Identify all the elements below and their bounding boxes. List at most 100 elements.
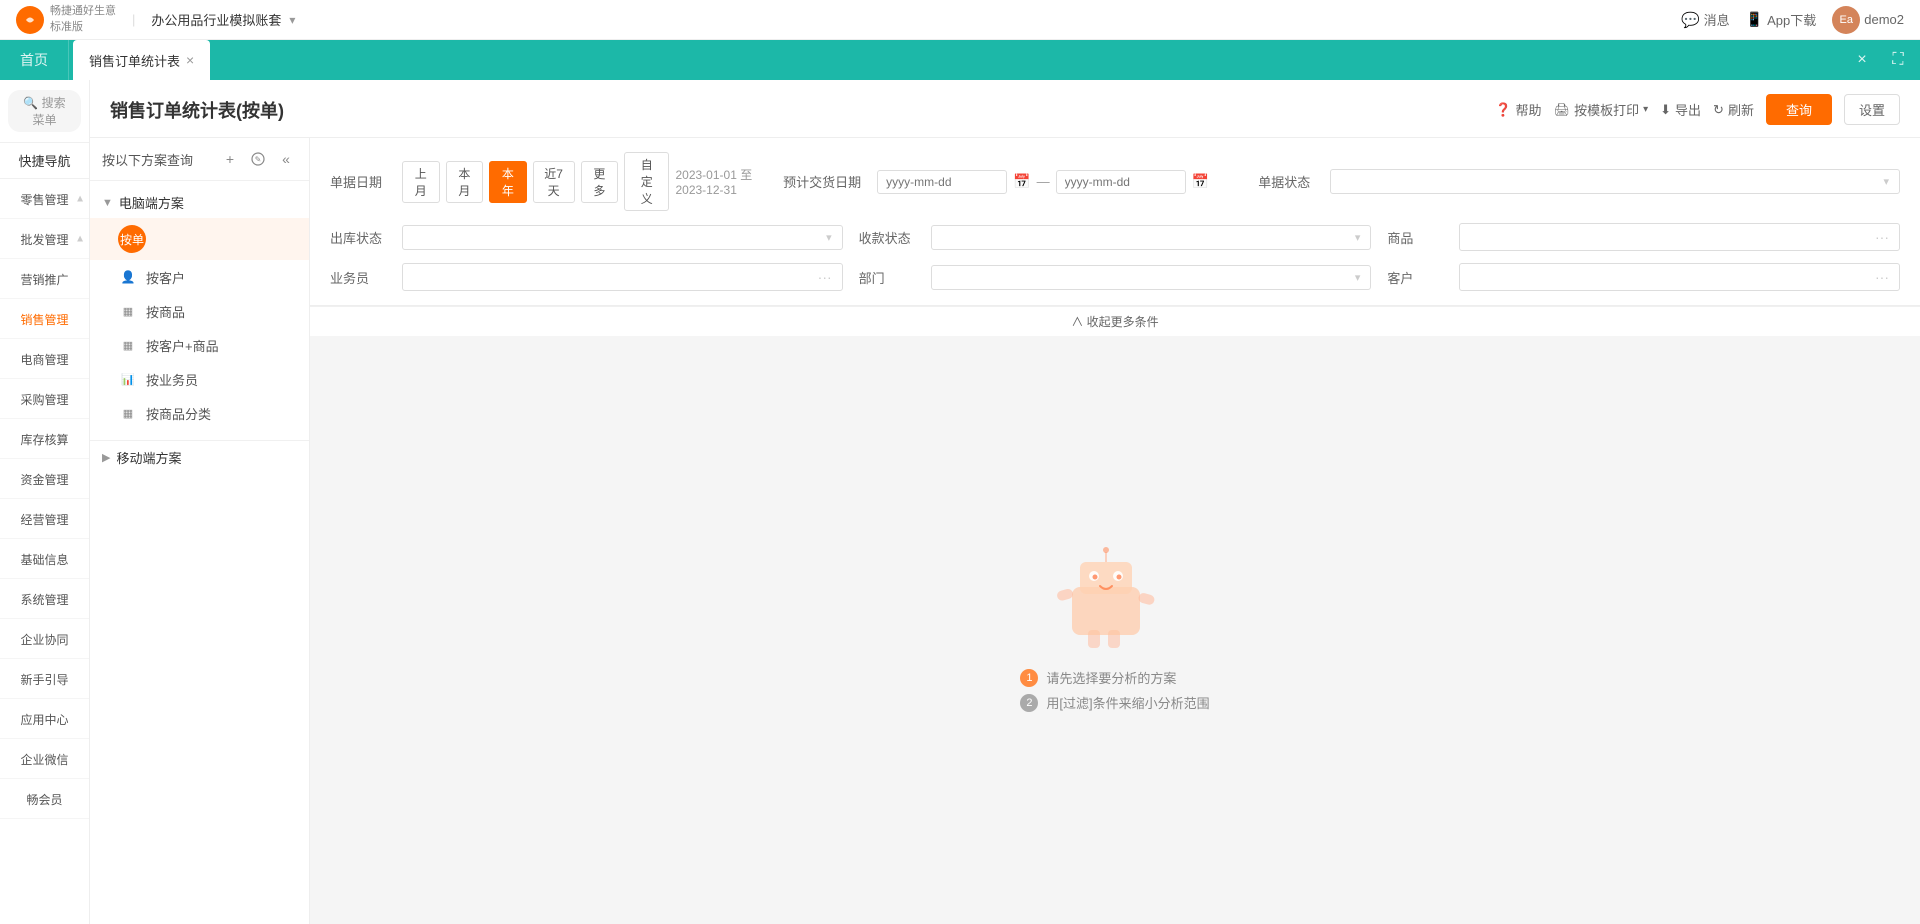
user-area[interactable]: Ea demo2: [1832, 6, 1904, 34]
main-layout: 🔍 搜索菜单 快捷导航 零售管理 ▲ 批发管理 ▲ 营销推广 销售管理 电商管理…: [0, 80, 1920, 924]
scheme-item-by-customer-icon: 👤: [118, 267, 138, 287]
edit-scheme-btn[interactable]: ✎: [247, 148, 269, 170]
salesman-select[interactable]: ···: [402, 263, 843, 291]
refresh-btn[interactable]: ↻ 刷新: [1713, 100, 1754, 119]
scheme-item-by-customer-label: 按客户: [146, 268, 185, 287]
sidebar-item-newuser[interactable]: 新手引导: [0, 659, 89, 699]
salesman-more-icon[interactable]: ···: [818, 269, 832, 285]
tab-home[interactable]: 首页: [0, 40, 69, 80]
tab-active[interactable]: 销售订单统计表 ×: [73, 40, 210, 80]
sidebar-quick-nav[interactable]: 快捷导航: [0, 143, 89, 179]
goods-select[interactable]: ···: [1459, 223, 1900, 251]
sidebar-item-ecommerce-label: 电商管理: [4, 351, 85, 368]
scheme-item-by-goods-icon: ▦: [118, 301, 138, 321]
sidebar-item-marketing-label: 营销推广: [4, 271, 85, 288]
sidebar-item-marketing[interactable]: 营销推广: [0, 259, 89, 299]
doc-status-select[interactable]: ▾: [1330, 169, 1900, 194]
sidebar-item-finance[interactable]: 资金管理: [0, 459, 89, 499]
sidebar-item-wholesale-arrow: ▲: [75, 233, 85, 244]
scheme-item-by-customer-goods[interactable]: ▦ 按客户+商品: [90, 328, 309, 362]
query-btn[interactable]: 查询: [1766, 94, 1832, 125]
payment-status-select[interactable]: ▾: [931, 225, 1372, 250]
empty-hint-1: 1 请先选择要分析的方案: [1020, 668, 1209, 687]
collapse-bar[interactable]: ∧ 收起更多条件: [310, 306, 1920, 336]
date-btn-more[interactable]: 更多: [581, 161, 619, 203]
expected-date-from[interactable]: [877, 170, 1007, 194]
sidebar-item-member[interactable]: 畅会员: [0, 779, 89, 819]
scheme-item-by-customer-goods-icon: ▦: [118, 335, 138, 355]
app-title[interactable]: 办公用品行业模拟账套: [151, 10, 281, 29]
sidebar-item-enterprise[interactable]: 企业协同: [0, 619, 89, 659]
tab-bar-actions: × ⛶: [1848, 46, 1920, 74]
customer-select[interactable]: ···: [1459, 263, 1900, 291]
print-btn[interactable]: 🖨 按模板打印 ▾: [1554, 100, 1649, 119]
sidebar-item-purchase[interactable]: 采购管理: [0, 379, 89, 419]
date-btn-last-month[interactable]: 上月: [402, 161, 440, 203]
window-close-btn[interactable]: ×: [1848, 46, 1876, 74]
window-maximize-btn[interactable]: ⛶: [1884, 46, 1912, 74]
sidebar-item-operation[interactable]: 经营管理: [0, 499, 89, 539]
out-status-select[interactable]: ▾: [402, 225, 843, 250]
sidebar-item-ecommerce[interactable]: 电商管理: [0, 339, 89, 379]
scheme-item-by-order[interactable]: 按单: [90, 218, 309, 260]
expected-date-from-icon[interactable]: 📅: [1013, 173, 1030, 190]
sidebar-item-inventory[interactable]: 库存核算: [0, 419, 89, 459]
download-icon: 📱: [1746, 11, 1763, 28]
scheme-group-mobile-arrow: ▶: [102, 451, 110, 464]
customer-more-icon[interactable]: ···: [1875, 269, 1889, 285]
sidebar-item-wechat[interactable]: 企业微信: [0, 739, 89, 779]
sidebar-item-retail-label: 零售管理: [4, 191, 85, 208]
sidebar-item-operation-label: 经营管理: [4, 511, 85, 528]
settings-btn[interactable]: 设置: [1844, 94, 1900, 125]
refresh-icon: ↻: [1713, 102, 1724, 118]
logo-area: 畅捷通好生意 标准版: [16, 4, 116, 35]
date-btn-custom[interactable]: 自定义: [624, 152, 669, 211]
tab-close-btn[interactable]: ×: [186, 52, 194, 68]
user-name: demo2: [1864, 12, 1904, 27]
message-btn[interactable]: 💬 消息: [1681, 10, 1730, 29]
sidebar-item-wholesale[interactable]: 批发管理 ▲: [0, 219, 89, 259]
doc-status-arrow-icon: ▾: [1883, 175, 1889, 188]
expected-date-to-icon[interactable]: 📅: [1192, 173, 1209, 190]
search-menu-box[interactable]: 🔍 搜索菜单: [8, 90, 81, 132]
add-scheme-btn[interactable]: +: [219, 148, 241, 170]
sidebar-item-inventory-label: 库存核算: [4, 431, 85, 448]
sidebar-item-sales-label: 销售管理: [4, 311, 85, 328]
out-status-label: 出库状态: [330, 228, 386, 247]
sidebar-item-system[interactable]: 系统管理: [0, 579, 89, 619]
app-download-btn[interactable]: 📱 App下载: [1746, 10, 1817, 29]
date-btn-this-month[interactable]: 本月: [446, 161, 484, 203]
doc-status-label: 单据状态: [1258, 172, 1314, 191]
scheme-group-pc-header[interactable]: ▼ 电脑端方案: [90, 187, 309, 218]
avatar: Ea: [1832, 6, 1860, 34]
tab-active-label: 销售订单统计表: [89, 51, 180, 70]
scheme-item-by-goods[interactable]: ▦ 按商品: [90, 294, 309, 328]
export-btn[interactable]: ⬇ 导出: [1660, 100, 1701, 119]
scheme-item-by-salesman-label: 按业务员: [146, 370, 198, 389]
sidebar-item-appcenter[interactable]: 应用中心: [0, 699, 89, 739]
sidebar-item-retail[interactable]: 零售管理 ▲: [0, 179, 89, 219]
scheme-group-pc-arrow: ▼: [102, 197, 113, 209]
date-label: 单据日期: [330, 172, 386, 191]
scheme-section-pc: ▼ 电脑端方案 按单 👤 按客户 ▦ 按商品: [90, 181, 309, 436]
sidebar-item-sales[interactable]: 销售管理: [0, 299, 89, 339]
scheme-item-by-salesman[interactable]: 📊 按业务员: [90, 362, 309, 396]
app-dropdown-icon[interactable]: ▾: [289, 13, 295, 27]
help-btn[interactable]: ❓ 帮助: [1495, 100, 1541, 119]
date-btn-this-year[interactable]: 本年: [489, 161, 527, 203]
scheme-group-mobile-header[interactable]: ▶ 移动端方案: [90, 441, 309, 474]
collapse-panel-btn[interactable]: «: [275, 148, 297, 170]
scheme-item-by-salesman-icon: 📊: [118, 369, 138, 389]
scheme-item-by-customer[interactable]: 👤 按客户: [90, 260, 309, 294]
sidebar-item-basic-info[interactable]: 基础信息: [0, 539, 89, 579]
scheme-item-by-category[interactable]: ▦ 按商品分类: [90, 396, 309, 430]
logo-icon: [16, 6, 44, 34]
dept-select[interactable]: ▾: [931, 265, 1372, 290]
collapse-label: 收起更多条件: [1087, 315, 1159, 329]
goods-more-icon[interactable]: ···: [1875, 229, 1889, 245]
customer-label: 客户: [1387, 268, 1443, 287]
expected-date-to[interactable]: [1056, 170, 1186, 194]
hint-number-1: 1: [1020, 669, 1038, 687]
date-btn-last-7-days[interactable]: 近7天: [533, 161, 575, 203]
sidebar-search-area[interactable]: 🔍 搜索菜单: [0, 80, 89, 143]
